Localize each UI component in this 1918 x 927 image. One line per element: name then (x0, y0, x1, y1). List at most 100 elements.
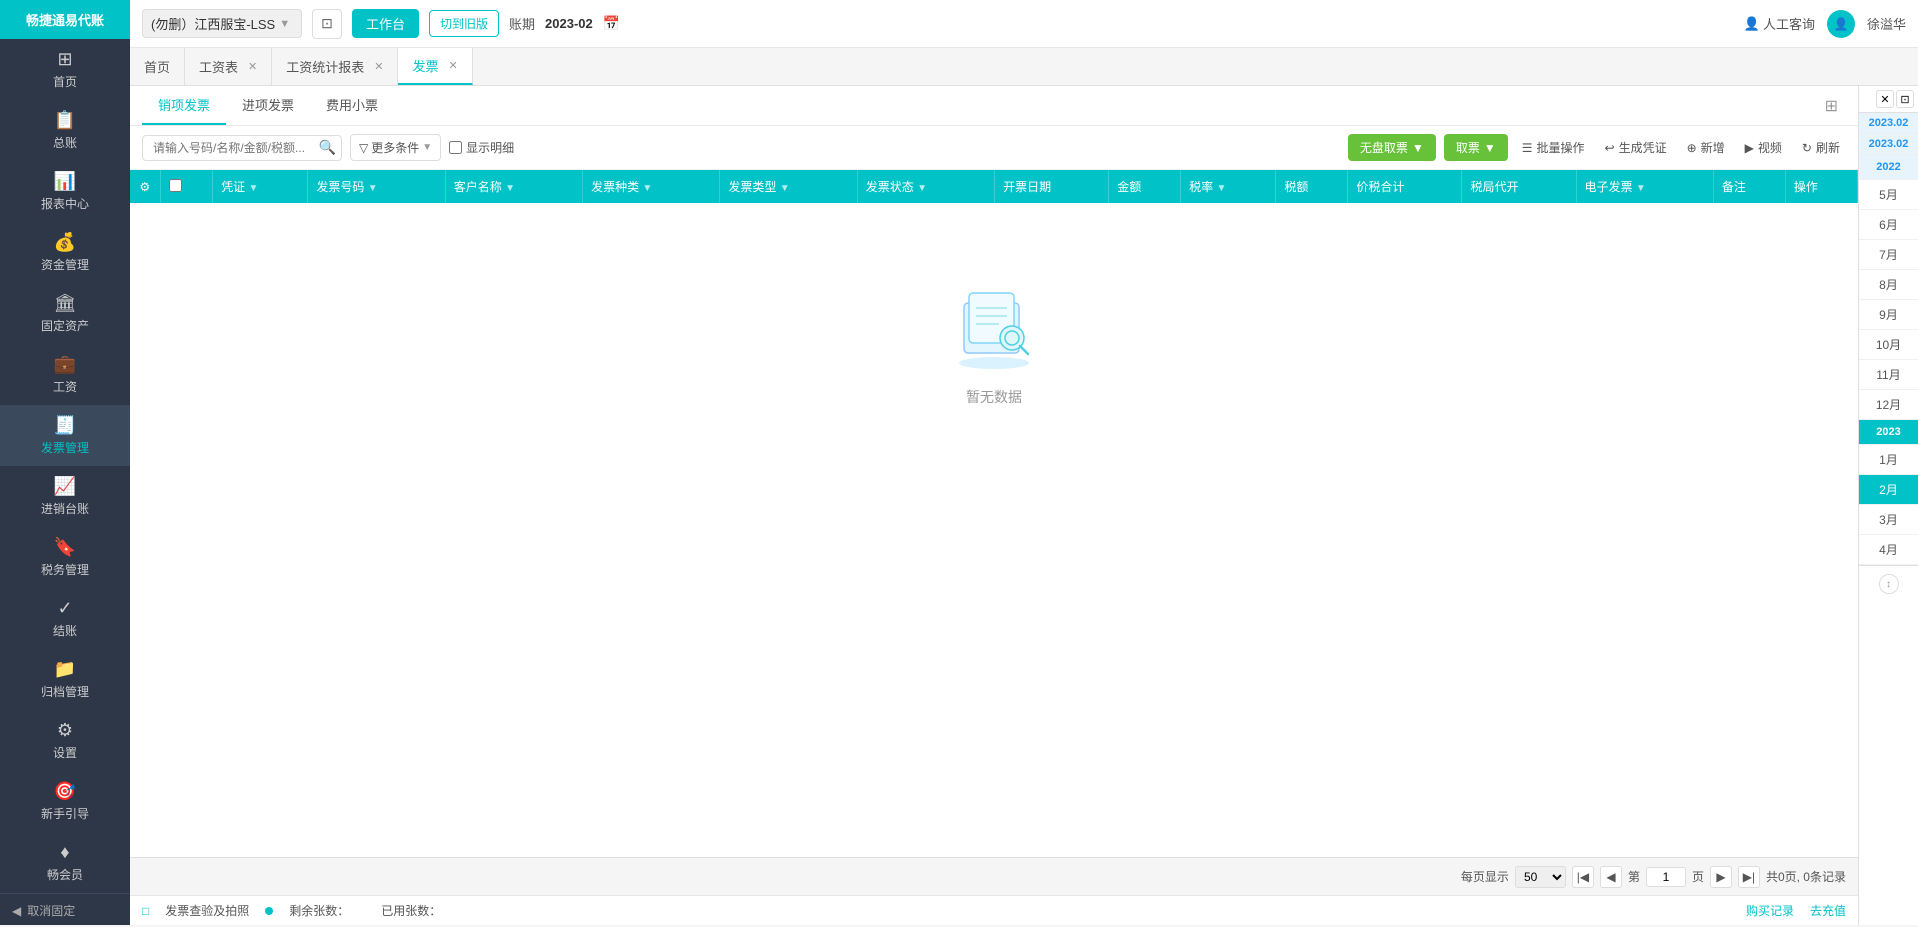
first-page-button[interactable]: |◀ (1572, 866, 1594, 888)
date-panel-period-1[interactable]: 2023.02 (1859, 113, 1918, 134)
filter-icon: ▽ (359, 141, 368, 155)
no-invoice-dropdown-arrow[interactable]: ▼ (1412, 141, 1424, 155)
refresh-button[interactable]: ↻ 刷新 (1796, 135, 1846, 160)
col-settings[interactable]: ⚙ (130, 170, 160, 203)
date-panel-2023-04[interactable]: 4月 (1859, 535, 1918, 565)
date-panel-2022-05[interactable]: 5月 (1859, 180, 1918, 210)
copy-icon-button[interactable]: ⊡ (312, 9, 342, 39)
sidebar-item-member[interactable]: ♦ 畅会员 (0, 832, 130, 893)
check-status-dot (265, 907, 273, 915)
last-page-button[interactable]: ▶| (1738, 866, 1760, 888)
batch-ops-button[interactable]: ☰ 批量操作 (1516, 135, 1591, 160)
company-selector[interactable]: (勿删）江西服宝-LSS ▼ (142, 9, 302, 38)
date-panel: ✕ ⊡ 2023.02 2023.02 2022 5月 6月 7月 8月 9月 … (1858, 86, 1918, 925)
sidebar-item-salary[interactable]: 💼 工资 (0, 344, 130, 405)
search-input[interactable] (142, 135, 342, 161)
new-button[interactable]: ⊕ 新增 (1681, 135, 1731, 160)
sidebar-item-settlement[interactable]: ✓ 结账 (0, 588, 130, 649)
tab-salary-stats-close[interactable]: ✕ (374, 60, 383, 73)
service-label: 人工客询 (1763, 14, 1815, 33)
sidebar-item-guide[interactable]: 🎯 新手引导 (0, 771, 130, 832)
date-panel-2022-07[interactable]: 7月 (1859, 240, 1918, 270)
date-panel-2022-10[interactable]: 10月 (1859, 330, 1918, 360)
date-panel-2022-11[interactable]: 11月 (1859, 360, 1918, 390)
workspace-button[interactable]: 工作台 (352, 9, 419, 38)
date-panel-scroll-icon[interactable]: ↕ (1879, 574, 1899, 594)
sub-tab-expense[interactable]: 费用小票 (310, 86, 394, 125)
e-invoice-filter-icon[interactable]: ▼ (1636, 183, 1646, 194)
tab-home[interactable]: 首页 (130, 48, 185, 85)
page-label: 页 (1692, 868, 1704, 885)
more-filters-button[interactable]: ▽ 更多条件 ▼ (350, 134, 441, 161)
guide-icon: 🎯 (54, 781, 76, 802)
settlement-icon: ✓ (57, 598, 72, 619)
status-filter-icon[interactable]: ▼ (917, 183, 927, 194)
col-status-label: 发票状态 (866, 180, 914, 194)
take-invoice-button[interactable]: 取票 ▼ (1444, 134, 1508, 161)
tab-salary-table[interactable]: 工资表 ✕ (185, 48, 272, 85)
sub-tab-sales[interactable]: 销项发票 (142, 86, 226, 125)
sidebar-item-reports[interactable]: 📊 报表中心 (0, 161, 130, 222)
date-panel-2023-03[interactable]: 3月 (1859, 505, 1918, 535)
date-panel-2022-12[interactable]: 12月 (1859, 390, 1918, 420)
tax-rate-filter-icon[interactable]: ▼ (1217, 183, 1227, 194)
select-all-checkbox[interactable] (169, 179, 182, 192)
video-button[interactable]: ▶ 视频 (1739, 135, 1788, 160)
date-panel-2023-01[interactable]: 1月 (1859, 445, 1918, 475)
col-open-date: 开票日期 (995, 170, 1109, 203)
sidebar-item-archive[interactable]: 📁 归档管理 (0, 649, 130, 710)
tab-salary-stats[interactable]: 工资统计报表 ✕ (272, 48, 398, 85)
date-panel-2022-06[interactable]: 6月 (1859, 210, 1918, 240)
calendar-icon[interactable]: 📅 (603, 15, 620, 32)
show-detail-checkbox[interactable] (449, 141, 462, 154)
sidebar-item-tax[interactable]: 🔖 税务管理 (0, 527, 130, 588)
take-invoice-dropdown-arrow[interactable]: ▼ (1484, 141, 1496, 155)
sub-tab-purchase[interactable]: 进项发票 (226, 86, 310, 125)
voucher-filter-icon[interactable]: ▼ (249, 183, 259, 194)
sidebar-item-settings[interactable]: ⚙ 设置 (0, 710, 130, 771)
sales-ledger-icon: 📈 (54, 476, 76, 497)
upgrade-link[interactable]: 去充值 (1810, 902, 1846, 919)
fixed-assets-icon: 🏛 (54, 293, 77, 314)
grid-icon[interactable]: ⊞ (1817, 96, 1846, 116)
date-panel-period-2[interactable]: 2023.02 (1859, 134, 1918, 155)
per-page-label: 每页显示 (1461, 868, 1509, 885)
generate-voucher-button[interactable]: ↩ 生成凭证 (1599, 135, 1673, 160)
col-e-invoice: 电子发票 ▼ (1576, 170, 1713, 203)
invoice-category-filter-icon[interactable]: ▼ (780, 183, 790, 194)
sidebar-item-ledger[interactable]: 📋 总账 (0, 100, 130, 161)
date-panel-close-button[interactable]: ✕ (1876, 90, 1894, 108)
date-panel-expand-button[interactable]: ⊡ (1896, 90, 1914, 108)
search-button[interactable]: 🔍 (319, 139, 336, 156)
invoice-type-filter-icon[interactable]: ▼ (642, 183, 652, 194)
next-page-button[interactable]: ▶ (1710, 866, 1732, 888)
customer-filter-icon[interactable]: ▼ (505, 183, 515, 194)
empty-state: 暂无数据 (130, 203, 1858, 487)
date-panel-2022-08[interactable]: 8月 (1859, 270, 1918, 300)
invoice-no-filter-icon[interactable]: ▼ (368, 183, 378, 194)
tax-icon: 🔖 (54, 537, 76, 558)
tab-salary-stats-label: 工资统计报表 (286, 57, 364, 76)
page-number-input[interactable] (1646, 867, 1686, 887)
sidebar-item-funds[interactable]: 💰 资金管理 (0, 222, 130, 283)
service-link[interactable]: 👤 人工客询 (1744, 14, 1815, 33)
no-invoice-button[interactable]: 无盘取票 ▼ (1348, 134, 1436, 161)
tab-invoice[interactable]: 发票 ✕ (398, 48, 472, 85)
col-checkbox[interactable] (160, 170, 213, 203)
sidebar-item-home[interactable]: ⊞ 首页 (0, 39, 130, 100)
prev-page-button[interactable]: ◀ (1600, 866, 1622, 888)
sidebar-item-sales-ledger[interactable]: 📈 进销台账 (0, 466, 130, 527)
purchase-record-link[interactable]: 购买记录 (1746, 902, 1794, 919)
date-panel-2023-02[interactable]: 2月 (1859, 475, 1918, 505)
tab-invoice-close[interactable]: ✕ (449, 59, 458, 72)
batch-ops-label: 批量操作 (1537, 139, 1585, 156)
tab-salary-table-close[interactable]: ✕ (248, 60, 257, 73)
page-size-select[interactable]: 50 20 100 (1515, 866, 1566, 888)
sidebar-item-fixed-assets[interactable]: 🏛 固定资产 (0, 283, 130, 344)
refresh-icon: ↻ (1802, 141, 1812, 155)
date-panel-2022-09[interactable]: 9月 (1859, 300, 1918, 330)
show-detail-checkbox-wrap[interactable]: 显示明细 (449, 139, 514, 156)
sidebar-item-invoice-mgmt[interactable]: 🧾 发票管理 (0, 405, 130, 466)
old-version-button[interactable]: 切到旧版 (429, 10, 499, 37)
unpin-button[interactable]: ◀ 取消固定 (0, 894, 130, 927)
